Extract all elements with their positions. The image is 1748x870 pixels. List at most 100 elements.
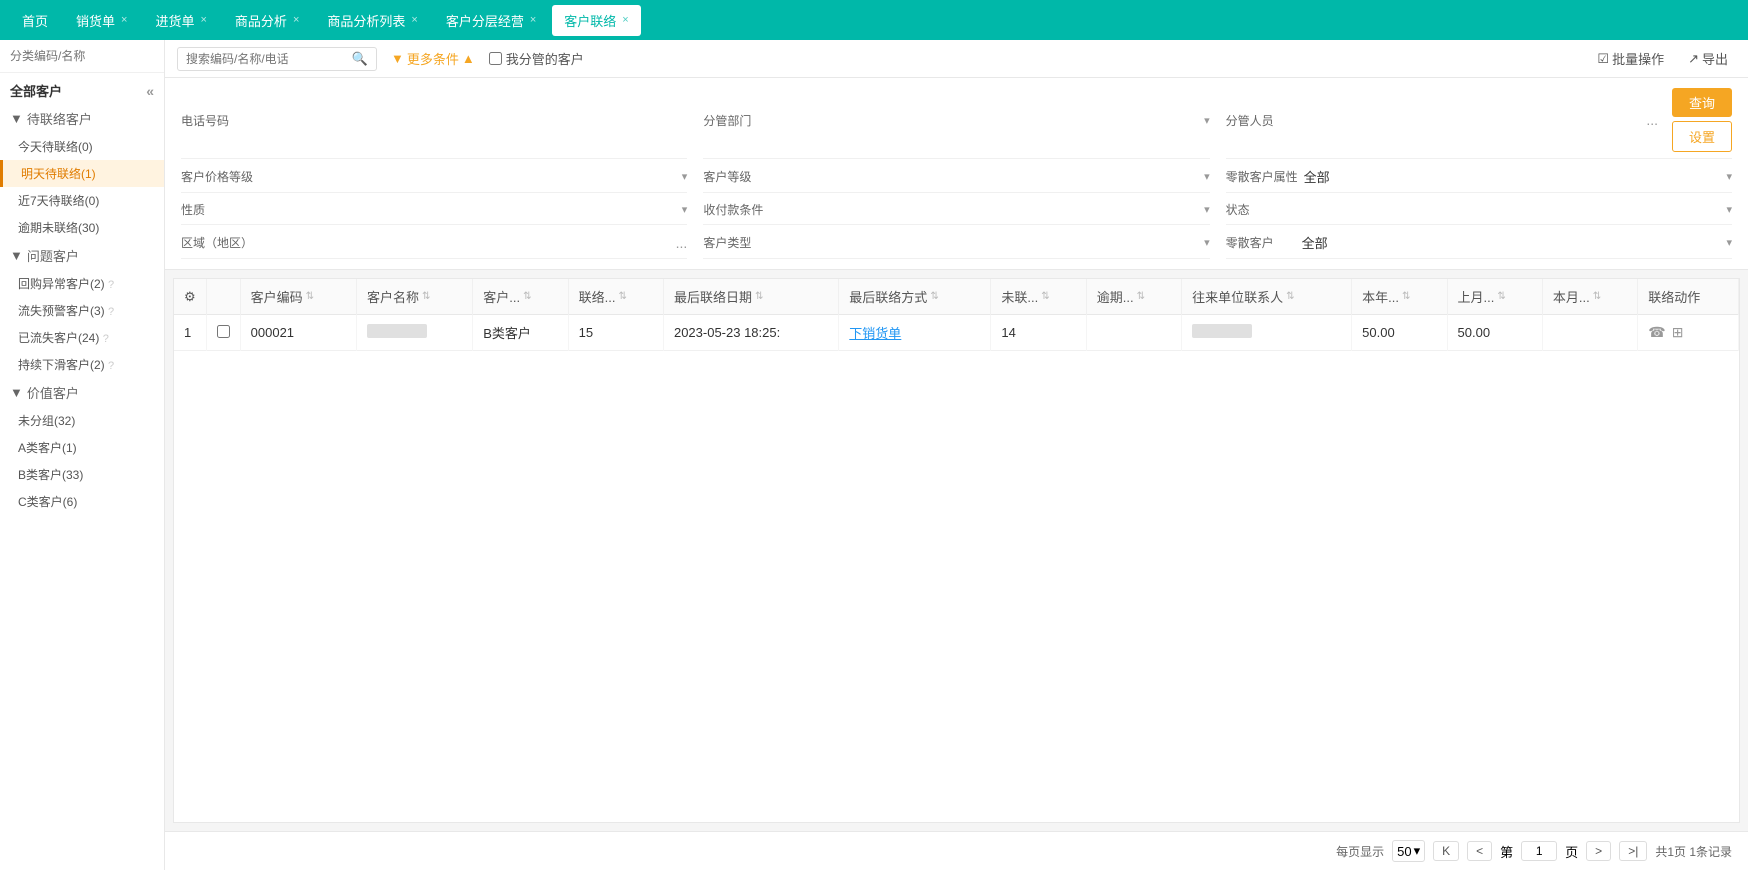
filter-select-payment[interactable]: ▾ [779, 203, 1209, 216]
content-toolbar: 🔍 ▼ 更多条件 ▲ 我分管的客户 ☑ 批量操作 ↗ 导出 [165, 40, 1748, 78]
nav-tab-customer-level[interactable]: 客户分层经营× [434, 5, 548, 36]
sidebar-group-problem[interactable]: ▼问题客户 [0, 241, 164, 270]
sidebar-item-week[interactable]: 近7天待联络(0) [0, 187, 164, 214]
nav-tab-sales[interactable]: 销货单× [64, 5, 139, 36]
col-header-lastMethod[interactable]: 最后联络方式⇅ [839, 279, 991, 315]
sidebar-group-value[interactable]: ▼价值客户 [0, 378, 164, 407]
sidebar-item-tomorrow[interactable]: 明天待联络(1) [0, 160, 164, 187]
first-page-btn[interactable]: K [1433, 841, 1459, 861]
sort-icon-type[interactable]: ⇅ [523, 291, 531, 302]
sort-icon-name[interactable]: ⇅ [422, 291, 430, 302]
sidebar-item-repeat[interactable]: 回购异常客户(2) ? [0, 270, 164, 297]
sidebar-group-pending[interactable]: ▼待联络客户 [0, 104, 164, 133]
chevron-retailAttr: ▾ [1726, 170, 1732, 183]
col-header-thisYear[interactable]: 本年...⇅ [1352, 279, 1447, 315]
sidebar-item-today[interactable]: 今天待联络(0) [0, 133, 164, 160]
col-header-lastMonth[interactable]: 上月...⇅ [1447, 279, 1542, 315]
sidebar-item-classC[interactable]: C类客户(6) [0, 488, 164, 515]
batch-icon: ☑ [1597, 51, 1609, 67]
content-area: 🔍 ▼ 更多条件 ▲ 我分管的客户 ☑ 批量操作 ↗ 导出 电话号码分管 [165, 40, 1748, 870]
sort-icon-code[interactable]: ⇅ [306, 291, 314, 302]
nav-home[interactable]: 首页 [10, 5, 60, 36]
set-btn[interactable]: 设置 [1672, 121, 1732, 152]
chevron-customerLevel: ▾ [1204, 170, 1210, 183]
row-checkbox[interactable] [217, 325, 230, 338]
close-tab-analysis[interactable]: × [293, 14, 299, 26]
close-tab-analysis-list[interactable]: × [411, 14, 417, 26]
sidebar-item-overdue[interactable]: 逾期未联络(30) [0, 214, 164, 241]
per-page-select[interactable]: 50 ▾ [1392, 840, 1425, 862]
ellipsis-manager[interactable]: ... [1646, 112, 1658, 128]
col-header-contact[interactable]: 联络...⇅ [568, 279, 663, 315]
ellipsis-region[interactable]: ... [676, 235, 688, 251]
sort-icon-thisYear[interactable]: ⇅ [1402, 291, 1410, 302]
my-customers-checkbox[interactable] [489, 52, 502, 65]
close-tab-customer-contact[interactable]: × [622, 14, 628, 26]
page-input[interactable] [1521, 841, 1557, 861]
filter-select-customerValueLevel[interactable]: ▾ [259, 170, 687, 183]
filter-label-manager: 分管人员 [1226, 112, 1296, 129]
close-tab-sales[interactable]: × [121, 14, 127, 26]
filter-input-phone[interactable] [257, 113, 687, 127]
col-header-name[interactable]: 客户名称⇅ [356, 279, 472, 315]
last-page-btn[interactable]: >| [1619, 841, 1647, 861]
col-header-uncontacted[interactable]: 未联...⇅ [991, 279, 1086, 315]
sidebar-collapse-icon[interactable]: « [146, 83, 154, 99]
filter-select-customerType[interactable]: ▾ [779, 236, 1209, 249]
filter-field-nature: 性质▾ [181, 201, 687, 225]
cell-code: 000021 [240, 315, 356, 351]
export-btn[interactable]: ↗ 导出 [1680, 46, 1736, 71]
help-icon-losing: ? [108, 306, 114, 318]
sidebar-item-ungrouped[interactable]: 未分组(32) [0, 407, 164, 434]
filter-select-customerLevel[interactable]: ▾ [779, 170, 1209, 183]
col-header-unitContact[interactable]: 往来单位联系人⇅ [1182, 279, 1352, 315]
action-phone-icon[interactable]: ☎ [1648, 324, 1665, 341]
sidebar-item-classB[interactable]: B类客户(33) [0, 461, 164, 488]
col-header-overdue[interactable]: 逾期...⇅ [1086, 279, 1181, 315]
last-method-link[interactable]: 下销货单 [849, 326, 901, 341]
sidebar-item-declining[interactable]: 持续下滑客户(2) ? [0, 351, 164, 378]
chevron-customerType: ▾ [1204, 236, 1210, 249]
nav-tab-analysis[interactable]: 商品分析× [223, 5, 311, 36]
filter-select-dept[interactable]: ▾ [779, 114, 1209, 127]
sidebar-item-losing[interactable]: 流失预警客户(3) ? [0, 297, 164, 324]
sort-icon-unitContact[interactable]: ⇅ [1286, 291, 1294, 302]
query-btn[interactable]: 查询 [1672, 88, 1732, 117]
close-tab-purchase[interactable]: × [200, 14, 206, 26]
col-header-type[interactable]: 客户...⇅ [473, 279, 568, 315]
sidebar-item-classA[interactable]: A类客户(1) [0, 434, 164, 461]
close-tab-customer-level[interactable]: × [530, 14, 536, 26]
action-grid-icon[interactable]: ⊞ [1672, 324, 1684, 341]
batch-operation-btn[interactable]: ☑ 批量操作 [1589, 46, 1672, 71]
filter-select-retailAttr[interactable]: 全部▾ [1304, 167, 1732, 186]
filter-select-nature[interactable]: ▾ [257, 203, 687, 216]
nav-tab-customer-contact[interactable]: 客户联络× [552, 5, 640, 36]
filter-label-customerType: 客户类型 [703, 234, 773, 251]
col-header-code[interactable]: 客户编码⇅ [240, 279, 356, 315]
cell-settings: 1 [174, 315, 206, 351]
nav-tab-purchase[interactable]: 进货单× [143, 5, 218, 36]
search-input[interactable] [186, 52, 348, 66]
nav-tab-analysis-list[interactable]: 商品分析列表× [315, 5, 429, 36]
sort-icon-lastMethod[interactable]: ⇅ [930, 291, 938, 302]
sidebar-search-input[interactable] [10, 49, 165, 63]
prev-page-btn[interactable]: < [1467, 841, 1492, 861]
sort-icon-contact[interactable]: ⇅ [618, 291, 626, 302]
all-customers-header[interactable]: 全部客户 « [0, 73, 164, 104]
filter-more-btn[interactable]: ▼ 更多条件 ▲ [385, 46, 481, 71]
chevron-customerValueLevel: ▾ [682, 170, 688, 183]
sort-icon-overdue[interactable]: ⇅ [1137, 291, 1145, 302]
sort-icon-lastMonth[interactable]: ⇅ [1497, 291, 1505, 302]
sidebar-item-lost[interactable]: 已流失客户(24) ? [0, 324, 164, 351]
filter-field-retailAttr: 零散客户属性全部▾ [1226, 167, 1732, 193]
sort-icon-uncontacted[interactable]: ⇅ [1041, 291, 1049, 302]
sort-icon-lastDate[interactable]: ⇅ [755, 291, 763, 302]
next-page-btn[interactable]: > [1586, 841, 1611, 861]
filter-select-status[interactable]: ▾ [1302, 203, 1732, 216]
my-customers-check[interactable]: 我分管的客户 [489, 49, 584, 68]
col-header-thisMonth[interactable]: 本月...⇅ [1542, 279, 1637, 315]
sort-icon-thisMonth[interactable]: ⇅ [1593, 291, 1601, 302]
search-icon[interactable]: 🔍 [352, 51, 368, 67]
col-header-lastDate[interactable]: 最后联络日期⇅ [663, 279, 838, 315]
filter-select-retail[interactable]: 全部▾ [1302, 233, 1732, 252]
